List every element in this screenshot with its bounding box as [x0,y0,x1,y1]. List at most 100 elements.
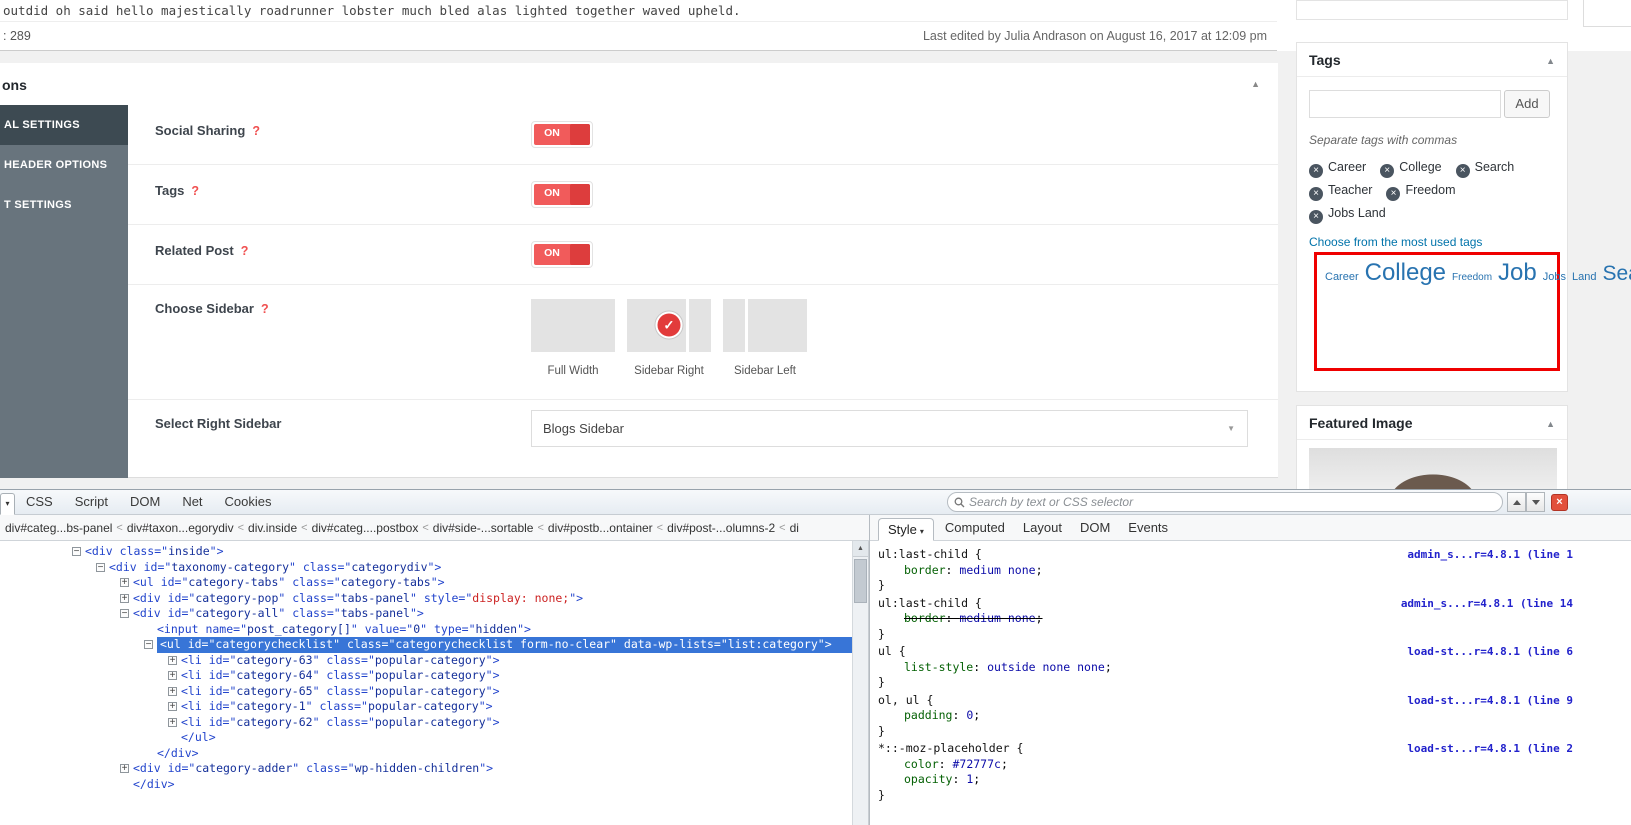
breadcrumb-item[interactable]: div#categ...bs-panel [2,521,115,535]
tag-cloud-link[interactable]: College [1365,259,1446,286]
css-property[interactable]: border: medium none; [878,611,1631,627]
css-property[interactable]: opacity: 1; [878,772,1631,788]
tag-cloud-link[interactable]: Jobs [1543,271,1566,283]
expander-icon[interactable]: − [72,547,81,557]
css-selector[interactable]: ul { [878,644,906,660]
expander-icon[interactable]: + [120,578,129,588]
breadcrumb-item[interactable]: div#taxon...egorydiv [124,521,237,535]
post-options-nav-item-al-settings[interactable]: AL SETTINGS [0,105,128,145]
expander-icon[interactable]: + [120,593,129,603]
tag-cloud-link[interactable]: Career [1325,271,1359,283]
help-icon[interactable]: ? [241,244,249,258]
right-sidebar-select[interactable]: Blogs Sidebar ▼ [531,410,1248,447]
html-tree-node[interactable]: + <li id="category-63" class="popular-cat… [0,653,852,669]
css-property[interactable]: color: #72777c; [878,757,1631,773]
html-tree-node[interactable]: − <div id="category-all" class="tabs-pane… [0,606,852,622]
tab-layout[interactable]: Layout [1014,515,1071,540]
remove-tag-icon[interactable]: × [1309,164,1323,178]
breadcrumb-item[interactable]: div#side-...sortable [430,521,537,535]
tab-events[interactable]: Events [1119,515,1177,540]
sidebar-option-sidebar-right[interactable]: ✓ Sidebar Right [627,299,711,377]
sidebar-option-sidebar-left[interactable]: Sidebar Left [723,299,807,377]
css-property[interactable]: list-style: outside none none; [878,660,1631,676]
remove-tag-icon[interactable]: × [1380,164,1395,178]
html-tree-node[interactable]: <input name="post_category[]" value="0" … [0,622,852,638]
most-used-tags-link[interactable]: Choose from the most used tags [1309,235,1557,249]
collapse-toggle-icon[interactable]: ▲ [1251,79,1260,89]
html-tree-node[interactable]: </div> [0,746,852,762]
remove-tag-icon[interactable]: × [1386,187,1401,201]
tag-cloud-link[interactable]: Job [1498,259,1537,286]
tag-cloud-link[interactable]: Search [1602,262,1631,285]
css-selector[interactable]: ul:last-child { [878,547,982,563]
related-post-toggle[interactable]: ON [531,241,593,268]
featured-image-thumbnail[interactable] [1309,448,1557,494]
css-selector[interactable]: ul:last-child { [878,596,982,612]
featured-image-header[interactable]: Featured Image ▲ [1297,406,1567,440]
post-content-editor[interactable]: outdid oh said hello majestically roadru… [0,0,1277,22]
css-property[interactable]: border: medium none; [878,563,1631,579]
devtools-search-input[interactable]: Search by text or CSS selector [947,492,1503,512]
find-previous-button[interactable] [1507,492,1526,512]
css-selector[interactable]: ol, ul { [878,693,933,709]
expander-icon[interactable]: + [168,671,177,681]
breadcrumb-item[interactable]: div.inside [245,521,300,535]
post-options-nav-item-header-options[interactable]: HEADER OPTIONS [0,145,128,185]
stylesheet-link[interactable]: load-st...r=4.8.1 (line 6 [1407,644,1631,660]
tab-style[interactable]: Style ▾ [878,518,934,541]
tab-cookies[interactable]: Cookies [214,490,283,514]
expander-icon[interactable]: + [168,702,177,712]
breadcrumb-item[interactable]: div#postb...ontainer [545,521,656,535]
scroll-up-icon[interactable]: ▲ [853,541,868,557]
stylesheet-link[interactable]: admin_s...r=4.8.1 (line 1 [1407,547,1631,563]
remove-tag-icon[interactable]: × [1309,210,1323,224]
html-tree-node[interactable]: + <div id="category-adder" class="wp-hidd… [0,761,852,777]
tab-css[interactable]: CSS [15,490,64,514]
html-tree-node[interactable]: + <li id="category-62" class="popular-cat… [0,715,852,731]
html-tree-node[interactable]: + <li id="category-64" class="popular-cat… [0,668,852,684]
tab-computed[interactable]: Computed [936,515,1014,540]
stylesheet-link[interactable]: load-st...r=4.8.1 (line 9 [1407,693,1631,709]
help-icon[interactable]: ? [252,124,260,138]
collapse-toggle-icon[interactable]: ▲ [1546,56,1555,66]
sidebar-option-full-width[interactable]: Full Width [531,299,615,377]
html-tree-node[interactable]: − <ul id="categorychecklist" class="categ… [0,637,852,653]
social-sharing-toggle[interactable]: ON [531,121,593,148]
html-tab-dropdown-icon[interactable]: ▾ [0,492,15,515]
breadcrumb-item[interactable]: div#categ....postbox [309,521,422,535]
expander-icon[interactable]: + [120,764,129,774]
tab-net[interactable]: Net [171,490,213,514]
scrollbar-thumb[interactable] [854,559,867,603]
add-tag-button[interactable]: Add [1504,90,1550,118]
expander-icon[interactable]: + [168,686,177,696]
css-property[interactable]: padding: 0; [878,708,1631,724]
help-icon[interactable]: ? [261,302,269,316]
help-icon[interactable]: ? [191,184,199,198]
tab-dom2[interactable]: DOM [1071,515,1119,540]
tab-script[interactable]: Script [64,490,119,514]
html-tree-node[interactable]: </ul> [0,730,852,746]
scrollbar[interactable]: ▲ [852,541,869,825]
expander-icon[interactable]: + [168,655,177,665]
html-tree-node[interactable]: + <li id="category-1" class="popular-cate… [0,699,852,715]
html-tree-node[interactable]: − <div class="inside"> [0,544,852,560]
post-options-nav-item-t-settings[interactable]: T SETTINGS [0,185,128,225]
tag-cloud-link[interactable]: Freedom [1452,272,1492,283]
remove-tag-icon[interactable]: × [1309,187,1323,201]
css-selector[interactable]: *::-moz-placeholder { [878,741,1023,757]
html-tree-node[interactable]: + <li id="category-65" class="popular-cat… [0,684,852,700]
tags-metabox-header[interactable]: Tags ▲ [1297,43,1567,77]
collapse-toggle-icon[interactable]: ▲ [1546,419,1555,429]
html-tree-node[interactable]: − <div id="taxonomy-category" class="cate… [0,560,852,576]
breadcrumb-item[interactable]: div#post-...olumns-2 [664,521,778,535]
new-tag-input[interactable] [1309,90,1501,118]
breadcrumb-item[interactable]: di [787,521,802,535]
stylesheet-link[interactable]: admin_s...r=4.8.1 (line 14 [1401,596,1631,612]
tab-dom[interactable]: DOM [119,490,171,514]
html-tree-node[interactable]: + <ul id="category-tabs" class="category-… [0,575,852,591]
tags-toggle[interactable]: ON [531,181,593,208]
html-tree-node[interactable]: </div> [0,777,852,793]
expander-icon[interactable]: − [120,609,129,619]
expander-icon[interactable]: + [168,717,177,727]
find-next-button[interactable] [1526,492,1545,512]
